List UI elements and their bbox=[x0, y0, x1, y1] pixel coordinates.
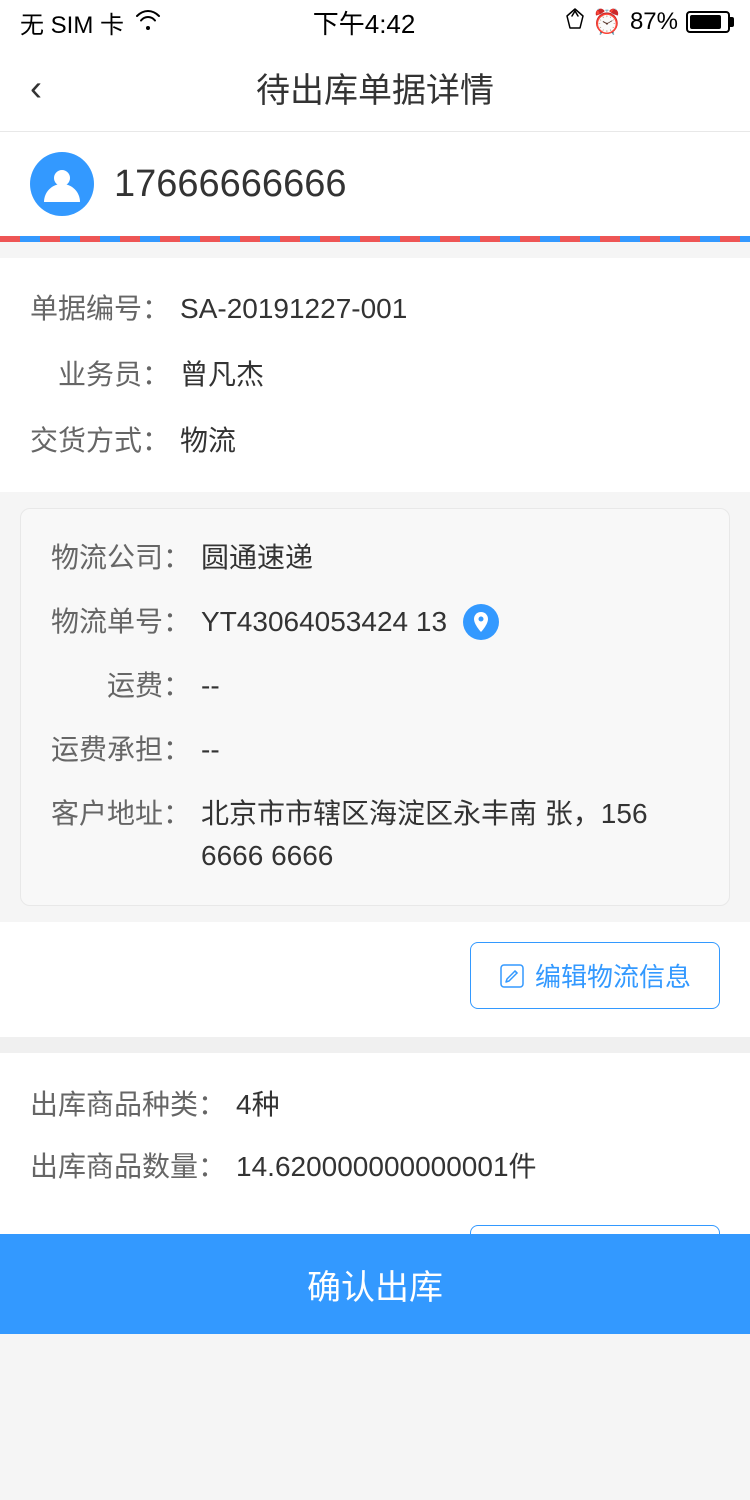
address-row: 客户地址： 北京市市辖区海淀区永丰南 张，156 6666 6666 bbox=[51, 793, 699, 877]
status-bar: 无 SIM 卡 下午4:42 ⏰ 87% bbox=[0, 0, 750, 44]
avatar bbox=[30, 152, 94, 216]
freight-bearer-row: 运费承担： -- bbox=[51, 729, 699, 771]
freight-row: 运费： -- bbox=[51, 665, 699, 707]
nav-bar: ‹ 待出库单据详情 bbox=[0, 44, 750, 132]
document-no-label: 单据编号： bbox=[30, 288, 170, 330]
edit-btn-container: 编辑物流信息 bbox=[0, 922, 750, 1037]
wifi-icon bbox=[134, 8, 162, 37]
page-title: 待出库单据详情 bbox=[256, 63, 494, 112]
status-bar-right: ⏰ 87% bbox=[566, 8, 730, 37]
goods-quantity-value: 14.620000000000001件 bbox=[236, 1145, 537, 1185]
address-label: 客户地址： bbox=[51, 793, 191, 835]
delivery-method-label: 交货方式： bbox=[30, 420, 170, 462]
tracking-label: 物流单号： bbox=[51, 601, 191, 643]
document-no-value: SA-20191227-001 bbox=[180, 288, 720, 330]
basic-info-section: 单据编号： SA-20191227-001 业务员： 曾凡杰 交货方式： 物流 bbox=[0, 258, 750, 492]
location-icon bbox=[566, 8, 584, 37]
logistics-company-label: 物流公司： bbox=[51, 537, 191, 579]
goods-quantity-label: 出库商品数量： bbox=[30, 1145, 226, 1185]
tracking-value-row: YT43064053424 13 bbox=[201, 601, 699, 643]
section-divider bbox=[0, 1037, 750, 1053]
tracking-number: YT43064053424 13 bbox=[201, 601, 447, 643]
confirm-outbound-button[interactable]: 确认出库 bbox=[0, 1234, 750, 1334]
customer-phone: 17666666666 bbox=[114, 163, 346, 206]
confirm-outbound-label: 确认出库 bbox=[307, 1260, 443, 1309]
tracking-location-icon[interactable] bbox=[463, 604, 499, 640]
address-value: 北京市市辖区海淀区永丰南 张，156 6666 6666 bbox=[201, 793, 699, 877]
freight-value: -- bbox=[201, 665, 699, 707]
logistics-card: 物流公司： 圆通速递 物流单号： YT43064053424 13 运费： --… bbox=[20, 508, 730, 906]
delivery-method-row: 交货方式： 物流 bbox=[30, 420, 720, 462]
status-bar-left: 无 SIM 卡 bbox=[20, 5, 162, 40]
carrier-text: 无 SIM 卡 bbox=[20, 5, 124, 40]
goods-type-label: 出库商品种类： bbox=[30, 1083, 226, 1123]
deco-line bbox=[0, 236, 750, 242]
freight-bearer-label: 运费承担： bbox=[51, 729, 191, 771]
goods-section: 出库商品种类： 4种 出库商品数量： 14.620000000000001件 bbox=[0, 1053, 750, 1215]
status-bar-time: 下午4:42 bbox=[313, 4, 416, 41]
salesman-row: 业务员： 曾凡杰 bbox=[30, 354, 720, 396]
alarm-icon: ⏰ bbox=[592, 8, 622, 37]
bottom-spacer bbox=[0, 1320, 750, 1500]
goods-type-row: 出库商品种类： 4种 bbox=[30, 1083, 720, 1123]
back-button[interactable]: ‹ bbox=[30, 67, 42, 109]
freight-label: 运费： bbox=[51, 665, 191, 707]
document-no-row: 单据编号： SA-20191227-001 bbox=[30, 288, 720, 330]
edit-logistics-label: 编辑物流信息 bbox=[535, 957, 691, 994]
goods-quantity-row: 出库商品数量： 14.620000000000001件 bbox=[30, 1145, 720, 1185]
freight-bearer-value: -- bbox=[201, 729, 699, 771]
goods-type-value: 4种 bbox=[236, 1083, 280, 1123]
delivery-method-value: 物流 bbox=[180, 420, 720, 462]
edit-icon bbox=[499, 963, 525, 989]
battery-icon bbox=[686, 11, 730, 33]
salesman-value: 曾凡杰 bbox=[180, 354, 720, 396]
battery-percent: 87% bbox=[630, 8, 678, 36]
logistics-company-row: 物流公司： 圆通速递 bbox=[51, 537, 699, 579]
tracking-row: 物流单号： YT43064053424 13 bbox=[51, 601, 699, 643]
phone-section: 17666666666 bbox=[0, 132, 750, 236]
salesman-label: 业务员： bbox=[30, 354, 170, 396]
edit-logistics-button[interactable]: 编辑物流信息 bbox=[470, 942, 720, 1009]
logistics-company-value: 圆通速递 bbox=[201, 537, 699, 579]
